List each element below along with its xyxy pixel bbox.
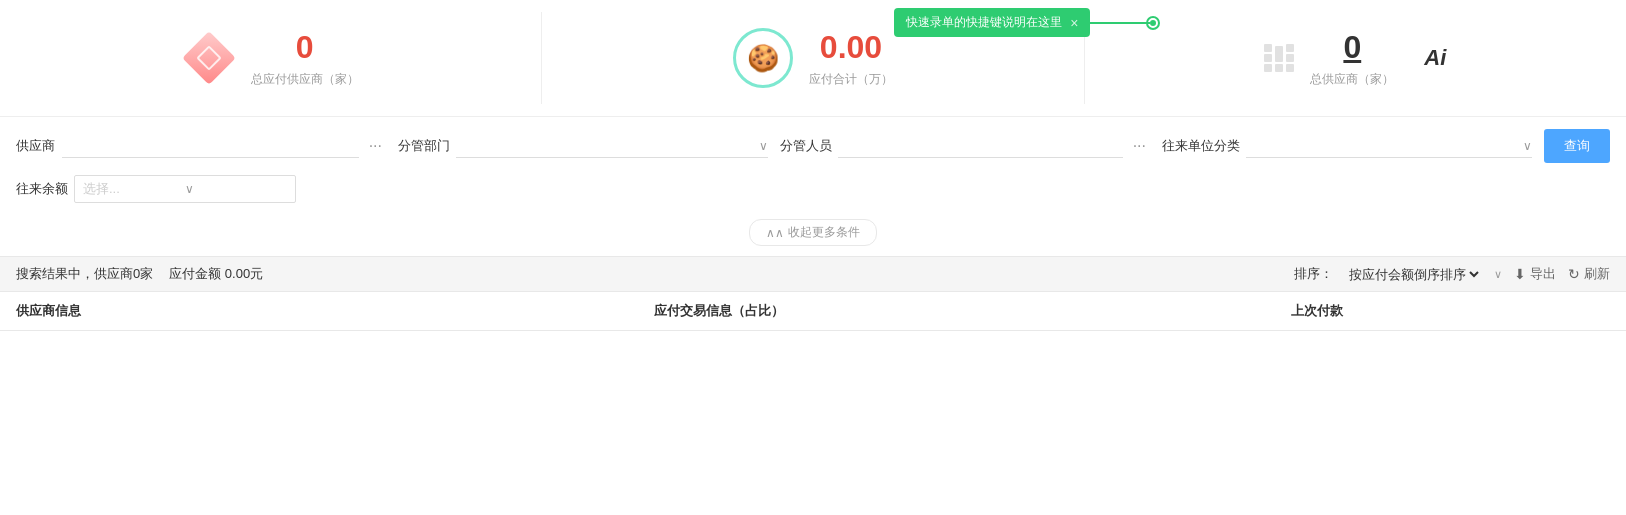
stats-bar: 0 总应付供应商（家） 🍪 0.00 应付合计（万） 快速录单的快捷键说明在这里…	[0, 0, 1626, 117]
col-transaction-header: 应付交易信息（占比）	[654, 302, 1292, 320]
ai-badge: Ai	[1424, 45, 1446, 71]
col-payment-header: 上次付款	[1291, 302, 1610, 320]
tooltip-bubble: 快速录单的快捷键说明在这里 ×	[894, 8, 1090, 37]
results-actions: 排序： 按应付会额倒序排序 ∨ ⬇ 导出 ↻ 刷新	[1294, 265, 1610, 283]
sort-select[interactable]: 按应付会额倒序排序	[1345, 266, 1482, 283]
department-filter: 分管部门 ∨	[398, 134, 768, 158]
stat-payable-suppliers: 0 总应付供应商（家）	[0, 12, 542, 104]
collapse-chevron-up-icon: ∧∧	[766, 226, 784, 240]
tooltip-close-button[interactable]: ×	[1070, 16, 1078, 30]
balance-label: 往来余额	[16, 180, 68, 198]
department-label: 分管部门	[398, 137, 450, 155]
category-chevron-down-icon: ∨	[1523, 139, 1532, 153]
building-icon	[1264, 44, 1294, 72]
export-icon: ⬇	[1514, 266, 1526, 282]
sort-chevron-down-icon: ∨	[1494, 268, 1502, 281]
query-button[interactable]: 查询	[1544, 129, 1610, 163]
balance-placeholder: 选择...	[83, 180, 185, 198]
stat-total-suppliers: 0 总供应商（家） Ai	[1085, 12, 1626, 104]
payable-suppliers-value: 0	[296, 28, 314, 66]
sort-label: 排序：	[1294, 265, 1333, 283]
results-bar: 搜索结果中，供应商0家 应付金额 0.00元 排序： 按应付会额倒序排序 ∨ ⬇…	[0, 257, 1626, 292]
tooltip-text: 快速录单的快捷键说明在这里	[906, 14, 1062, 31]
amount-value: 应付金额 0.00元	[169, 265, 263, 283]
balance-filter: 往来余额 选择... ∨	[16, 175, 296, 203]
payable-total-label: 应付合计（万）	[809, 71, 893, 88]
balance-chevron-down-icon: ∨	[185, 182, 287, 196]
filter-row-2: 往来余额 选择... ∨	[16, 175, 1610, 203]
results-summary: 搜索结果中，供应商0家 应付金额 0.00元	[16, 265, 263, 283]
person-input-wrap[interactable]	[838, 134, 1123, 158]
supplier-dots[interactable]: ···	[365, 137, 386, 155]
table-header: 供应商信息 应付交易信息（占比） 上次付款	[0, 292, 1626, 331]
mint-icon: 🍪	[747, 43, 779, 74]
collapse-row: ∧∧ 收起更多条件	[16, 215, 1610, 256]
export-button[interactable]: ⬇ 导出	[1514, 265, 1556, 283]
collapse-label: 收起更多条件	[788, 224, 860, 241]
balance-select[interactable]: 选择... ∨	[74, 175, 296, 203]
col-supplier-header: 供应商信息	[16, 302, 654, 320]
supplier-input-wrap[interactable]	[62, 134, 359, 158]
filter-section: 供应商 ··· 分管部门 ∨ 分管人员 ··· 往来单位分类	[0, 117, 1626, 257]
refresh-label: 刷新	[1584, 265, 1610, 283]
supplier-input[interactable]	[62, 134, 359, 157]
total-suppliers-label: 总供应商（家）	[1310, 71, 1394, 88]
table-body	[0, 331, 1626, 515]
category-label: 往来单位分类	[1162, 137, 1240, 155]
person-input[interactable]	[838, 134, 1123, 157]
tooltip-dot	[1148, 18, 1158, 28]
export-label: 导出	[1530, 265, 1556, 283]
person-label: 分管人员	[780, 137, 832, 155]
refresh-icon: ↻	[1568, 266, 1580, 282]
category-filter: 往来单位分类 ∨	[1162, 134, 1532, 158]
stat-payable-total: 🍪 0.00 应付合计（万） 快速录单的快捷键说明在这里 ×	[542, 12, 1084, 104]
supplier-label: 供应商	[16, 137, 56, 155]
supplier-filter: 供应商 ···	[16, 134, 386, 158]
department-chevron-down-icon: ∨	[759, 139, 768, 153]
department-input[interactable]	[456, 134, 759, 157]
total-suppliers-value: 0	[1343, 28, 1361, 66]
refresh-button[interactable]: ↻ 刷新	[1568, 265, 1610, 283]
filter-row-1: 供应商 ··· 分管部门 ∨ 分管人员 ··· 往来单位分类	[16, 129, 1610, 163]
payable-suppliers-label: 总应付供应商（家）	[251, 71, 359, 88]
person-filter: 分管人员 ···	[780, 134, 1150, 158]
person-dots[interactable]: ···	[1129, 137, 1150, 155]
collapse-button[interactable]: ∧∧ 收起更多条件	[749, 219, 877, 246]
department-input-wrap[interactable]: ∨	[456, 134, 768, 158]
category-input-wrap[interactable]: ∨	[1246, 134, 1532, 158]
category-input[interactable]	[1246, 134, 1523, 157]
suppliers-count: 搜索结果中，供应商0家	[16, 265, 153, 283]
payable-total-value: 0.00	[820, 28, 882, 66]
